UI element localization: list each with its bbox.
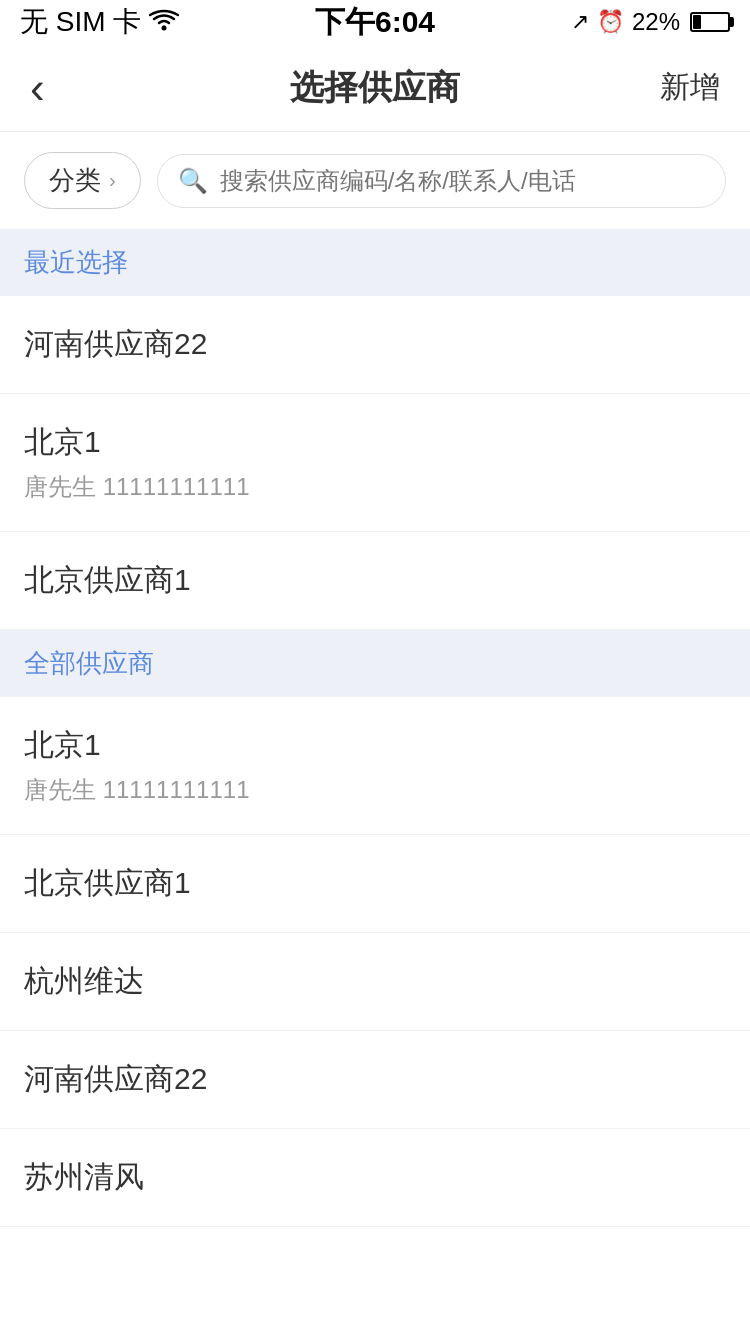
recent-header-label: 最近选择 bbox=[24, 247, 128, 277]
all-list-item[interactable]: 苏州清风 bbox=[0, 1129, 750, 1227]
battery-icon bbox=[690, 12, 730, 32]
item-name: 杭州维达 bbox=[24, 961, 726, 1002]
item-name: 北京供应商1 bbox=[24, 863, 726, 904]
all-section-header: 全部供应商 bbox=[0, 630, 750, 697]
all-header-label: 全部供应商 bbox=[24, 648, 154, 678]
recent-list-item[interactable]: 北京1 唐先生 11111111111 bbox=[0, 394, 750, 532]
recent-section-header: 最近选择 bbox=[0, 229, 750, 296]
category-button[interactable]: 分类 › bbox=[24, 152, 141, 209]
all-list-item[interactable]: 杭州维达 bbox=[0, 933, 750, 1031]
filter-bar: 分类 › 🔍 bbox=[0, 132, 750, 229]
nav-title: 选择供应商 bbox=[290, 65, 460, 111]
item-name: 北京供应商1 bbox=[24, 560, 726, 601]
item-name: 北京1 bbox=[24, 422, 726, 463]
chevron-right-icon: › bbox=[109, 169, 116, 192]
carrier-wifi: 无 SIM 卡 bbox=[20, 3, 179, 41]
search-input[interactable] bbox=[220, 167, 705, 195]
wifi-icon bbox=[149, 6, 179, 38]
item-sub: 唐先生 11111111111 bbox=[24, 774, 726, 806]
nav-bar: ‹ 选择供应商 新增 bbox=[0, 44, 750, 132]
status-icons: ↗ ⏰ 22% bbox=[571, 8, 730, 36]
battery-percent: 22% bbox=[632, 8, 680, 36]
all-list-item[interactable]: 北京供应商1 bbox=[0, 835, 750, 933]
add-button[interactable]: 新增 bbox=[660, 67, 720, 108]
alarm-icon: ⏰ bbox=[597, 9, 624, 35]
item-name: 河南供应商22 bbox=[24, 324, 726, 365]
item-name: 河南供应商22 bbox=[24, 1059, 726, 1100]
carrier-text: 无 SIM 卡 bbox=[20, 3, 141, 41]
back-button[interactable]: ‹ bbox=[30, 63, 90, 113]
location-icon: ↗ bbox=[571, 9, 589, 35]
search-icon: 🔍 bbox=[178, 167, 208, 195]
status-time: 下午6:04 bbox=[315, 2, 435, 43]
svg-point-0 bbox=[162, 26, 167, 31]
item-name: 苏州清风 bbox=[24, 1157, 726, 1198]
all-list: 北京1 唐先生 11111111111 北京供应商1 杭州维达河南供应商22 苏州清风 bbox=[0, 697, 750, 1227]
item-sub: 唐先生 11111111111 bbox=[24, 471, 726, 503]
item-name: 北京1 bbox=[24, 725, 726, 766]
category-label: 分类 bbox=[49, 163, 101, 198]
all-list-item[interactable]: 河南供应商22 bbox=[0, 1031, 750, 1129]
search-box[interactable]: 🔍 bbox=[157, 154, 726, 208]
recent-list: 河南供应商22 北京1 唐先生 11111111111 北京供应商1 bbox=[0, 296, 750, 630]
status-bar: 无 SIM 卡 下午6:04 ↗ ⏰ 22% bbox=[0, 0, 750, 44]
recent-list-item[interactable]: 河南供应商22 bbox=[0, 296, 750, 394]
all-list-item[interactable]: 北京1 唐先生 11111111111 bbox=[0, 697, 750, 835]
recent-list-item[interactable]: 北京供应商1 bbox=[0, 532, 750, 630]
